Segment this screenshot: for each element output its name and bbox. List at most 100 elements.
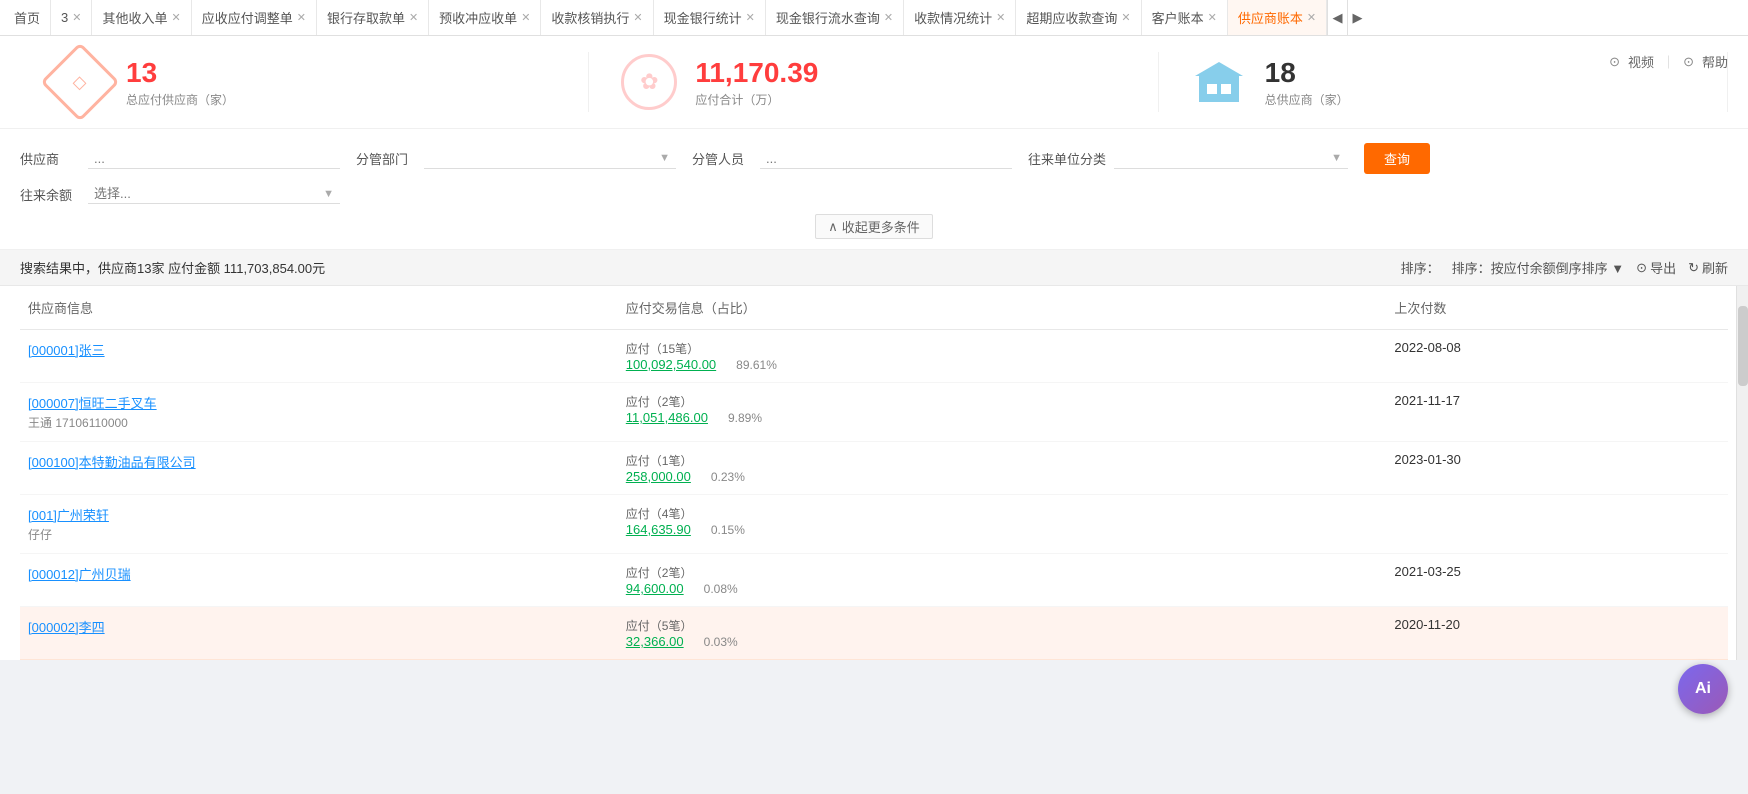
supplier-input-wrapper [88,149,340,169]
nav-tab-cash-query[interactable]: 现金银行流水查询 ✕ [766,0,904,36]
help-link[interactable]: 帮助 [1702,52,1728,71]
transaction-info-cell: 应付（2笔）94,600.00 0.08% [618,554,1387,607]
amount-value[interactable]: 94,600.00 [626,581,684,596]
close-icon[interactable]: ✕ [171,11,180,24]
amount-value[interactable]: 32,366.00 [626,634,684,649]
nav-tab-adjust[interactable]: 应收应付调整单 ✕ [192,0,317,36]
video-link[interactable]: 视频 [1628,52,1654,71]
sort-dropdown-icon[interactable]: ▼ [1611,261,1624,276]
person-input-wrapper [760,149,1012,169]
supplier-info-cell: [000007]恒旺二手叉车王通 17106110000 [20,383,618,442]
close-icon[interactable]: ✕ [521,11,530,24]
nav-tab-customer[interactable]: 客户账本 ✕ [1142,0,1228,36]
amount-value[interactable]: 258,000.00 [626,469,691,484]
nav-tab-collection-stat[interactable]: 收款情况统计 ✕ [904,0,1016,36]
filter-area: 供应商 分管部门 ▼ 分管人员 往来单位分类 ▼ [0,129,1748,250]
result-info: 搜索结果中，供应商13家 应付金额 111,703,854.00元 [20,258,325,277]
nav-tab-bank-deposit[interactable]: 银行存取款单 ✕ [317,0,429,36]
filter-balance: 往来余额 ▼ [20,184,340,204]
dept-dropdown-icon[interactable]: ▼ [659,152,670,164]
last-pay-cell: 2021-11-17 [1386,383,1728,442]
nav-tab-3[interactable]: 3 ✕ [51,0,92,36]
supplier-info-cell: [000002]李四 [20,607,618,660]
refresh-button[interactable]: ↻ 刷新 [1688,258,1728,277]
supplier-input[interactable] [94,151,334,166]
close-icon[interactable]: ✕ [409,11,418,24]
scrollbar-thumb[interactable] [1738,306,1748,386]
nav-prev-arrow[interactable]: ◀ [1327,0,1347,36]
nav-tab-collection[interactable]: 收款核销执行 ✕ [541,0,653,36]
ai-button[interactable]: Ai [1678,664,1728,714]
close-icon[interactable]: ✕ [72,11,81,24]
category-input[interactable] [1120,151,1331,166]
total-payable-suppliers-label: 总应付供应商（家） [126,91,234,108]
table-row: [000012]广州贝瑞应付（2笔）94,600.000.08%2021-03-… [20,554,1728,607]
person-label: 分管人员 [692,149,752,168]
diamond-icon: ◇ [50,52,110,112]
nav-tab-supplier[interactable]: 供应商账本 ✕ [1228,0,1327,36]
table-row: [000100]本特勤油品有限公司 应付（1笔）258,000.000.23%20… [20,442,1728,495]
percent-value: 0.08% [704,582,738,596]
nav-tab-home[interactable]: 首页 [4,0,51,36]
transaction-label: 应付（2笔） [626,393,1379,410]
export-icon: ⊙ [1636,260,1647,276]
balance-input[interactable] [94,186,323,201]
close-icon[interactable]: ✕ [633,11,642,24]
transaction-info-cell: 应付（2笔）11,051,486.009.89% [618,383,1387,442]
collapse-label: 收起更多条件 [842,217,920,236]
supplier-sub-info: 仔仔 [28,526,610,543]
nav-next-arrow[interactable]: ▶ [1347,0,1367,36]
top-right-links: ⊙ 视频 ｜ ⊙ 帮助 [1609,52,1728,71]
supplier-link[interactable]: [000001]张三 [28,343,105,358]
nav-tab-cash-stat[interactable]: 现金银行统计 ✕ [654,0,766,36]
close-icon[interactable]: ✕ [1208,11,1217,24]
percent-value: 0.03% [704,635,738,649]
transaction-info-cell: 应付（4笔）164,635.900.15% [618,495,1387,554]
percent-value: 0.15% [711,523,745,537]
nav-tab-overdue[interactable]: 超期应收款查询 ✕ [1016,0,1141,36]
close-icon[interactable]: ✕ [297,11,306,24]
close-icon[interactable]: ✕ [996,11,1005,24]
last-pay-cell: 2022-08-08 [1386,330,1728,383]
supplier-info-cell: [000100]本特勤油品有限公司 [20,442,618,495]
table-container: 供应商信息 应付交易信息（占比） 上次付数 [000001]张三应付（15笔）1… [0,286,1748,660]
supplier-link[interactable]: [000100]本特勤油品有限公司 [28,455,196,470]
table-row: [000007]恒旺二手叉车王通 17106110000应付（2笔）11,051… [20,383,1728,442]
supplier-link[interactable]: [000012]广州贝瑞 [28,567,131,582]
scrollbar[interactable] [1736,286,1748,660]
sort-select-label: 排序：按应付余额倒序排序 [1452,261,1608,276]
person-input[interactable] [766,151,1006,166]
supplier-link[interactable]: [001]广州荣轩 [28,508,109,523]
supplier-link[interactable]: [000007]恒旺二手叉车 [28,396,157,411]
close-icon[interactable]: ✕ [1307,11,1316,24]
supplier-link[interactable]: [000002]李四 [28,620,105,635]
query-button[interactable]: 查询 [1364,143,1430,174]
close-icon[interactable]: ✕ [1121,11,1130,24]
total-payable-suppliers-num: 13 [126,56,234,90]
result-actions: 排序： 排序：按应付余额倒序排序 ▼ ⊙ 导出 ↻ 刷新 [1401,258,1728,277]
amount-value[interactable]: 164,635.90 [626,522,691,537]
transaction-info-cell: 应付（1笔）258,000.000.23% [618,442,1387,495]
nav-tab-other-income[interactable]: 其他收入单 ✕ [92,0,191,36]
last-pay-cell: 2023-01-30 [1386,442,1728,495]
top-nav: 首页 3 ✕ 其他收入单 ✕ 应收应付调整单 ✕ 银行存取款单 ✕ 预收冲应收单… [0,0,1748,36]
collapse-area: ∧ 收起更多条件 [20,214,1728,239]
export-button[interactable]: ⊙ 导出 [1636,258,1676,277]
sort-select[interactable]: 排序：按应付余额倒序排序 ▼ [1452,258,1625,277]
summary-text-1: 13 总应付供应商（家） [126,56,234,109]
category-dropdown-icon[interactable]: ▼ [1331,152,1342,164]
collapse-button[interactable]: ∧ 收起更多条件 [815,214,933,239]
transaction-label: 应付（2笔） [626,564,1379,581]
amount-value[interactable]: 11,051,486.00 [626,410,708,425]
balance-dropdown-icon[interactable]: ▼ [323,188,334,200]
filter-dept: 分管部门 ▼ [356,149,676,169]
collapse-up-icon: ∧ [828,219,838,235]
dept-input[interactable] [430,151,659,166]
dept-label: 分管部门 [356,149,416,168]
amount-value[interactable]: 100,092,540.00 [626,357,716,372]
nav-tab-prepay[interactable]: 预收冲应收单 ✕ [429,0,541,36]
summary-card-1: ◇ 13 总应付供应商（家） [20,52,589,112]
close-icon[interactable]: ✕ [746,11,755,24]
close-icon[interactable]: ✕ [884,11,893,24]
transaction-info-cell: 应付（5笔）32,366.000.03% [618,607,1387,660]
